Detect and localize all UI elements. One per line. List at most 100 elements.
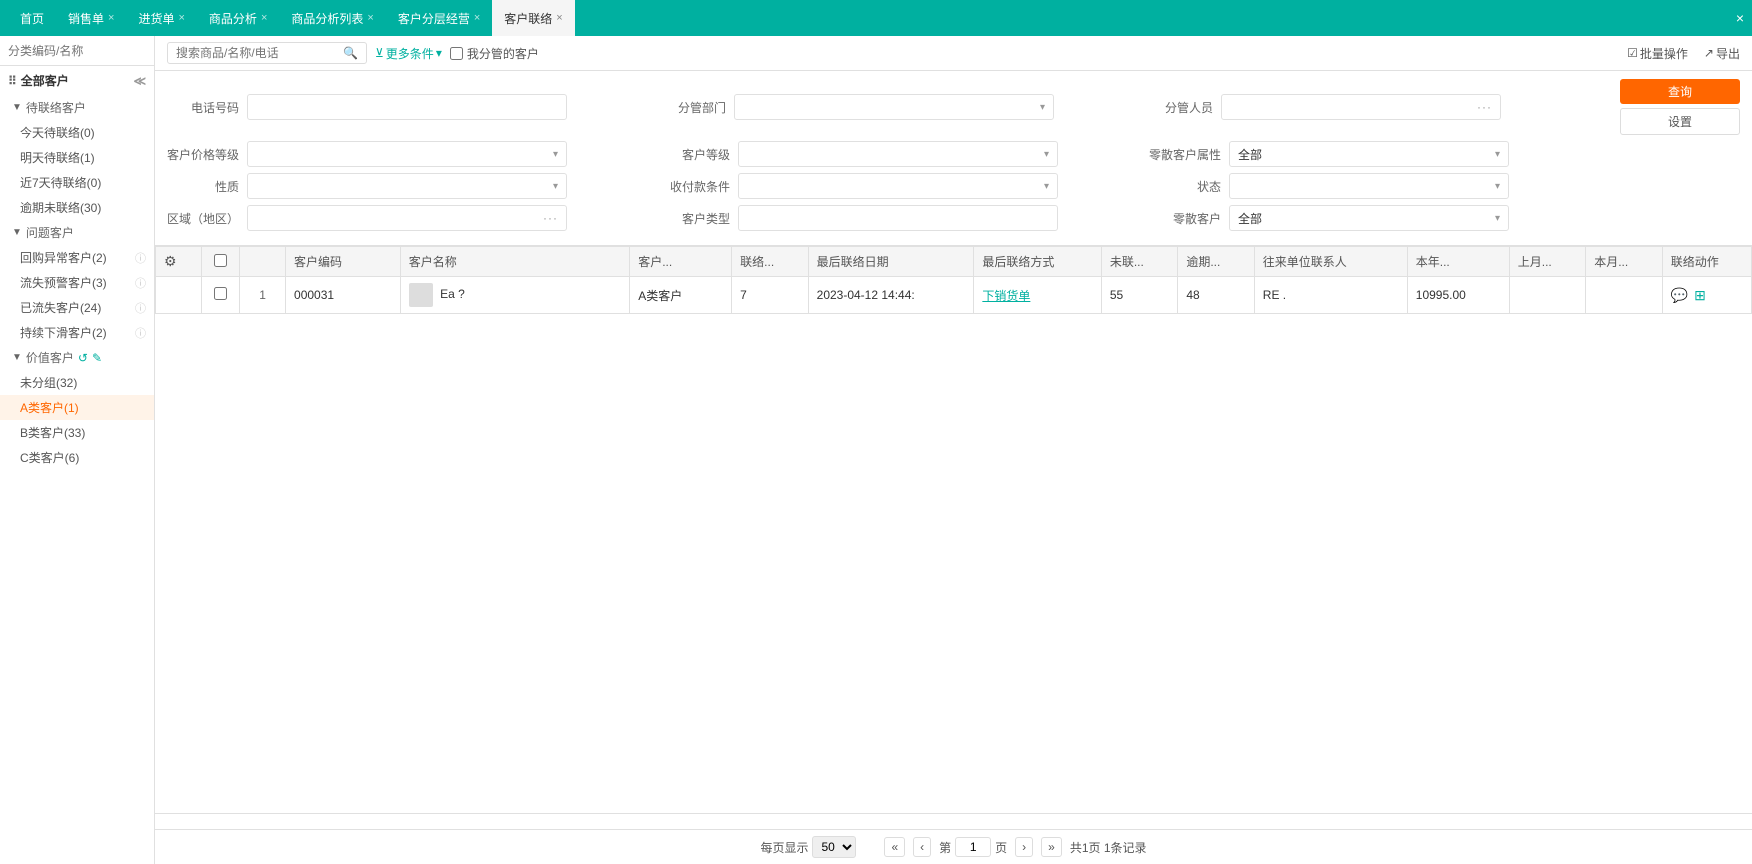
nav-product-list[interactable]: 商品分析列表 × [279,0,385,36]
sidebar-group-value[interactable]: ▼ 价值客户 ↺ ✎ [0,345,154,370]
settings-button[interactable]: 设置 [1620,108,1740,135]
expand-problem-icon: ▼ [12,227,22,238]
adv-payment-field: 收付款条件 ▾ [658,173,1129,199]
close-customer-tier-tab[interactable]: × [474,12,480,24]
adv-dept-field: 分管部门 ▾ [654,94,1121,120]
nature-chevron: ▾ [553,181,558,192]
customer-avatar [409,283,433,307]
batch-ops-btn[interactable]: ☑ 批量操作 [1627,45,1688,62]
adv-retail-customer-select[interactable]: 全部 ▾ [1229,205,1509,231]
last-page-btn[interactable]: » [1041,837,1062,857]
row-checkbox[interactable] [214,287,227,300]
adv-manager-input[interactable]: ··· [1221,94,1501,120]
sidebar-item-churn-warning[interactable]: 流失预警客户(3) ⓘ [0,270,154,295]
nav-customer-contact[interactable]: 客户联络 × [492,0,574,36]
adv-filter-row-4: 区域（地区） ··· 客户类型 [167,205,1740,231]
sidebar-item-overdue-contact[interactable]: 逾期未联络(30) [0,195,154,220]
sidebar-all-customers[interactable]: ⠿ 全部客户 ≪ [0,66,154,95]
next-page-btn[interactable]: › [1015,837,1033,857]
edit-value-group-icon[interactable]: ✎ [92,351,102,365]
my-customers-checkbox[interactable]: 我分管的客户 [450,45,539,62]
adv-retail-attr-select[interactable]: 全部 ▾ [1229,141,1509,167]
row-actions-cell: 💬 ⊞ [1662,277,1751,314]
checkbox-icon: ☑ [1627,46,1638,60]
chat-action-icon[interactable]: 💬 [1671,287,1688,304]
row-number-cell: 1 [240,277,286,314]
nav-sales[interactable]: 销售单 × [56,0,126,36]
adv-retail-customer-field: 零散客户 全部 ▾ [1149,205,1620,231]
horizontal-scrollbar[interactable] [155,813,1752,829]
col-uncontacted: 未联... [1101,247,1177,277]
grid-action-icon[interactable]: ⊞ [1694,287,1706,304]
adv-customer-grade-select[interactable]: ▾ [738,141,1058,167]
settings-column: ⚙ [156,247,202,277]
sidebar-item-declining[interactable]: 持续下滑客户(2) ⓘ [0,320,154,345]
sidebar-item-today[interactable]: 今天待联络(0) [0,120,154,145]
export-btn[interactable]: ↗ 导出 [1704,45,1740,62]
col-overdue: 逾期... [1178,247,1254,277]
close-product-analysis-tab[interactable]: × [261,12,267,24]
sidebar-collapse-btn[interactable]: ≪ [133,74,146,88]
adv-manager-field: 分管人员 ··· [1141,94,1608,120]
adv-customer-type-field: 客户类型 [658,205,1129,231]
first-page-btn[interactable]: « [884,837,905,857]
sidebar-item-a-class[interactable]: A类客户(1) [0,395,154,420]
close-all-button[interactable]: × [1736,10,1744,26]
action-icons-group: 💬 ⊞ [1671,287,1743,304]
close-sales-tab[interactable]: × [108,12,114,24]
adv-customer-type-input[interactable] [738,205,1058,231]
price-grade-chevron: ▾ [553,149,558,160]
table-header-row: ⚙ 客户编码 客户名称 客户... [156,247,1752,277]
page-number-input[interactable] [955,837,991,857]
my-customers-check[interactable] [450,47,463,60]
sidebar-group-pending[interactable]: ▼ 待联络客户 [0,95,154,120]
sidebar-search-input[interactable] [8,44,155,58]
select-all-column [201,247,239,277]
sidebar-item-churned[interactable]: 已流失客户(24) ⓘ [0,295,154,320]
sidebar-item-abnormal[interactable]: 回购异常客户(2) ⓘ [0,245,154,270]
adv-nature-select[interactable]: ▾ [247,173,567,199]
sidebar-item-7days[interactable]: 近7天待联络(0) [0,170,154,195]
adv-dept-select[interactable]: ▾ [734,94,1054,120]
adv-status-select[interactable]: ▾ [1229,173,1509,199]
sidebar-search-area: 🔍 [0,36,154,66]
add-value-group-icon[interactable]: ↺ [78,351,88,365]
per-page-select[interactable]: 50 [812,836,856,858]
adv-phone-input[interactable] [247,94,567,120]
sidebar-item-b-class[interactable]: B类客户(33) [0,420,154,445]
retail-customer-chevron: ▾ [1495,213,1500,224]
row-code-cell: 000031 [286,277,401,314]
select-all-checkbox[interactable] [214,254,227,267]
row-this-year-cell: 10995.00 [1407,277,1509,314]
col-last-month: 上月... [1509,247,1585,277]
row-name-cell: Ea ? [400,277,629,314]
filter-bar: 🔍 ⊻ 更多条件 ▾ 我分管的客户 ☑ 批量操作 ↗ 导出 [155,36,1752,71]
status-chevron: ▾ [1495,181,1500,192]
sidebar-item-tomorrow[interactable]: 明天待联络(1) [0,145,154,170]
close-purchase-tab[interactable]: × [178,12,184,24]
row-settings-cell [156,277,202,314]
column-settings-icon[interactable]: ⚙ [164,253,177,269]
adv-nature-field: 性质 ▾ [167,173,638,199]
adv-price-grade-select[interactable]: ▾ [247,141,567,167]
nav-product-analysis[interactable]: 商品分析 × [197,0,279,36]
last-method-link[interactable]: 下销货单 [982,289,1030,303]
nav-purchase[interactable]: 进货单 × [126,0,196,36]
adv-retail-attr-field: 零散客户属性 全部 ▾ [1149,141,1620,167]
sidebar-group-problem[interactable]: ▼ 问题客户 [0,220,154,245]
filter-search-icon[interactable]: 🔍 [343,46,358,60]
sidebar-item-ungrouped[interactable]: 未分组(32) [0,370,154,395]
nav-home[interactable]: 首页 [8,0,56,36]
prev-page-btn[interactable]: ‹ [913,837,931,857]
close-product-list-tab[interactable]: × [367,12,373,24]
adv-region-input[interactable]: ··· [247,205,567,231]
close-customer-contact-tab[interactable]: × [556,12,562,24]
adv-filter-row-3: 性质 ▾ 收付款条件 ▾ [167,173,1740,199]
filter-more-btn[interactable]: ⊻ 更多条件 ▾ [375,45,442,62]
sidebar-item-c-class[interactable]: C类客户(6) [0,445,154,470]
adv-payment-select[interactable]: ▾ [738,173,1058,199]
query-button[interactable]: 查询 [1620,79,1740,104]
nav-customer-tier[interactable]: 客户分层经营 × [386,0,492,36]
expand-pending-icon: ▼ [12,102,22,113]
filter-search-input[interactable] [176,46,339,60]
